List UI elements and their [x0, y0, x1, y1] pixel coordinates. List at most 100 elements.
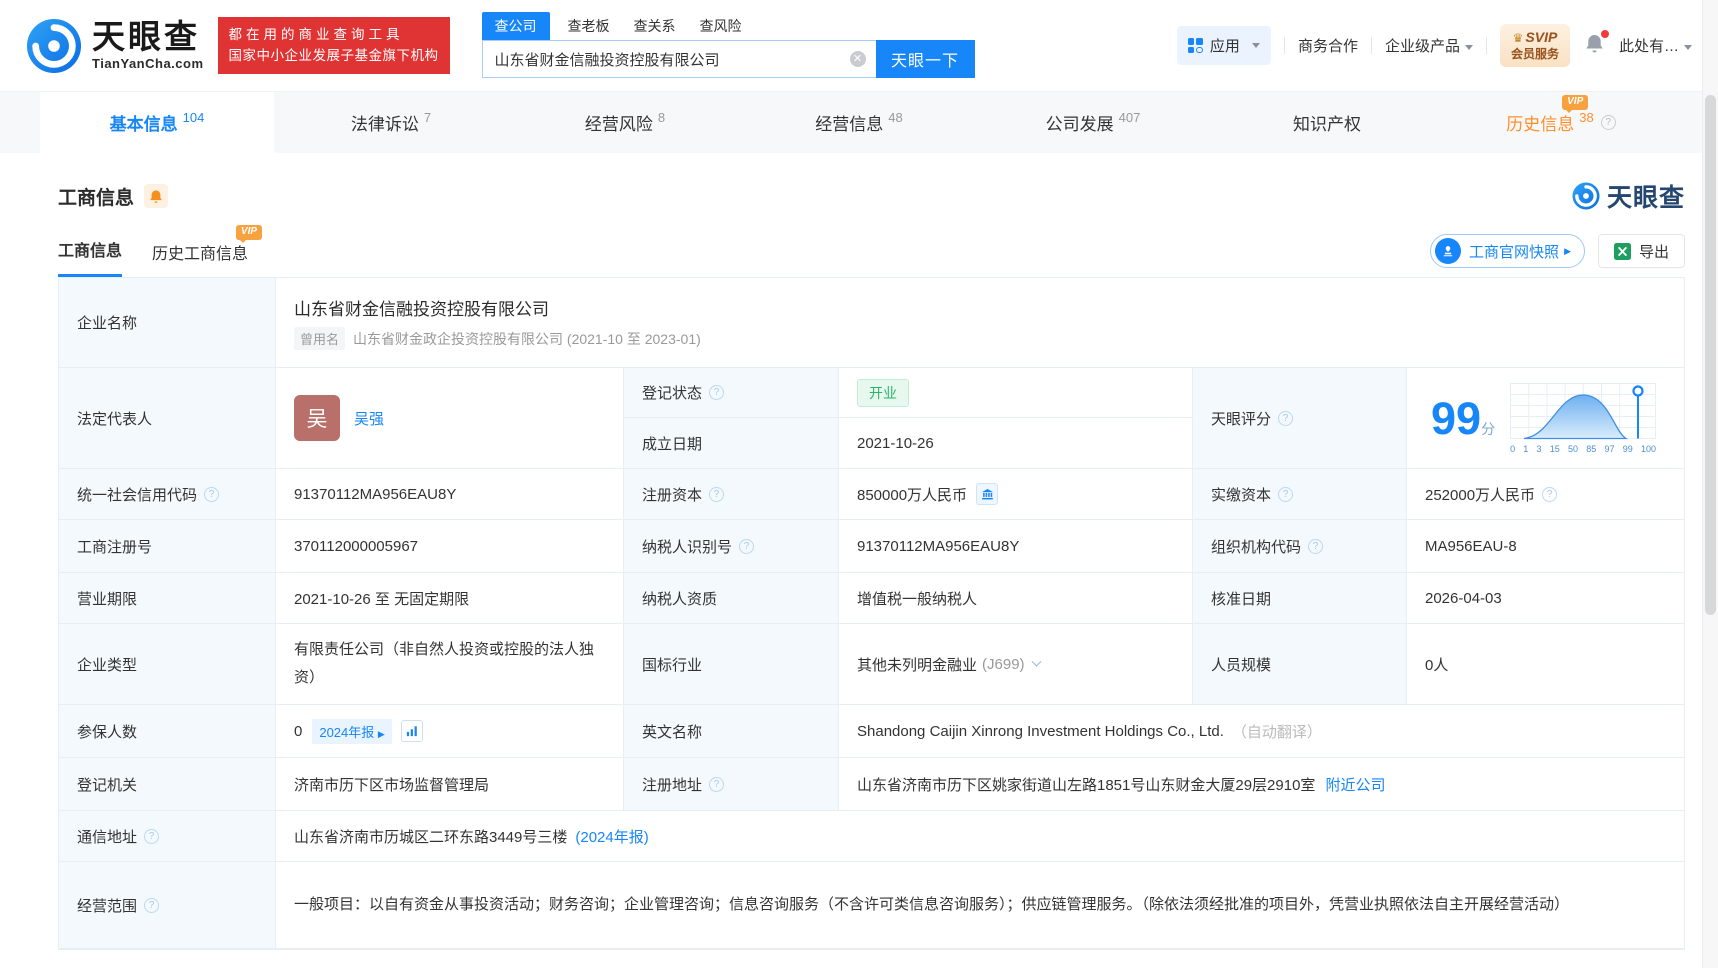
arrow-right-icon: ▶	[1564, 245, 1571, 256]
help-icon[interactable]: ?	[709, 385, 725, 400]
field-label: 英文名称	[624, 705, 839, 758]
company-nav-tabs: 基本信息 104 法律诉讼 7 经营风险 8 经营信息 48 公司发展 407 知识产权 …	[0, 91, 1718, 153]
help-icon[interactable]: ?	[204, 486, 220, 502]
divider	[1283, 37, 1285, 54]
annual-report-chart-icon	[406, 726, 417, 737]
field-label: 参保人数	[59, 705, 276, 758]
capital-detail-button[interactable]	[976, 483, 999, 505]
taxpayer-quality: 增值税一般纳税人	[839, 573, 1193, 624]
search-tab-boss[interactable]: 查老板	[568, 12, 610, 40]
company-type: 有限责任公司（非自然人投资或控股的法人独资）	[276, 624, 624, 705]
chevron-down-icon	[1031, 656, 1041, 667]
insured-trend-button[interactable]	[400, 720, 423, 742]
field-label: 法定代表人	[59, 368, 276, 469]
search-tabs: 查公司 查老板 查关系 查风险	[481, 12, 975, 40]
field-label: 营业期限	[59, 573, 276, 624]
user-menu[interactable]: 此处有…	[1619, 35, 1692, 56]
tab-legal-proceedings[interactable]: 法律诉讼 7	[274, 92, 508, 153]
stamp-icon	[1435, 238, 1462, 264]
nearby-companies-link[interactable]: 附近公司	[1325, 774, 1385, 795]
former-name: 山东省财金政企投资控股有限公司 (2021-10 至 2023-01)	[353, 330, 701, 347]
search-input[interactable]	[481, 40, 876, 78]
field-label: 注册资本	[642, 486, 703, 504]
apps-menu[interactable]: 应用	[1176, 26, 1271, 65]
help-icon[interactable]: ?	[739, 538, 755, 554]
field-label: 登记状态	[642, 385, 703, 402]
apps-grid-icon	[1187, 38, 1203, 53]
reg-address: 山东省济南市历下区姚家街道山左路1851号山东财金大厦29层2910室	[857, 776, 1316, 794]
subtab-history-business-info[interactable]: 历史工商信息 VIP	[152, 225, 263, 277]
tab-intellectual-property[interactable]: 知识产权	[1210, 92, 1444, 153]
divider	[1485, 37, 1487, 54]
approval-date: 2026-04-03	[1407, 573, 1684, 624]
excel-icon	[1613, 242, 1631, 260]
help-icon[interactable]: ?	[1600, 115, 1616, 130]
monitor-bell-button[interactable]	[144, 184, 169, 208]
subtab-business-info[interactable]: 工商信息	[58, 237, 123, 277]
industry-value: 其他未列明金融业	[857, 656, 978, 674]
legal-rep-link[interactable]: 吴强	[354, 408, 384, 429]
top-header: 天眼查 TianYanCha.com 都在用的商业查询工具 国家中小企业发展子基…	[0, 0, 1718, 91]
legal-rep-cell: 吴 吴强	[276, 368, 624, 469]
company-name-cell: 山东省财金信融投资控股有限公司 曾用名 山东省财金政企投资控股有限公司 (202…	[276, 278, 1684, 368]
insured-count: 0	[294, 722, 303, 740]
score-axis-ticks: 0 1 3 15 50 85 97 99 100	[1510, 443, 1656, 454]
english-name: Shandong Caijin Xinrong Investment Holdi…	[857, 722, 1224, 740]
business-term: 2021-10-26 至 无固定期限	[276, 573, 624, 624]
alert-bell-icon	[150, 189, 162, 203]
tab-basic-info[interactable]: 基本信息 104	[40, 92, 274, 153]
score-distribution-chart: 0 1 3 15 50 85 97 99 100	[1510, 382, 1657, 454]
help-icon[interactable]: ?	[144, 828, 160, 844]
nav-enterprise-products[interactable]: 企业级产品	[1385, 35, 1473, 56]
field-label: 人员规模	[1193, 624, 1407, 705]
field-label: 纳税人识别号	[642, 538, 733, 556]
clear-icon[interactable]: ✕	[849, 51, 866, 67]
search-button[interactable]: 天眼一下	[875, 40, 975, 78]
search-tab-risk[interactable]: 查风险	[700, 12, 742, 40]
industry-cell[interactable]: 其他未列明金融业 (J699)	[839, 624, 1193, 705]
export-button[interactable]: 导出	[1597, 234, 1685, 268]
field-label: 纳税人资质	[624, 573, 839, 624]
tianyancha-logo[interactable]: 天眼查 TianYanCha.com	[26, 18, 204, 74]
notification-dot	[1600, 30, 1609, 38]
crown-icon: ♛	[1512, 31, 1524, 46]
tab-company-development[interactable]: 公司发展 407	[976, 92, 1210, 153]
scrollbar[interactable]	[1702, 0, 1718, 968]
header-nav: 应用 商务合作 企业级产品 ♛ SVIP 会员服务 此处有…	[1176, 24, 1692, 67]
search-area: 查公司 查老板 查关系 查风险 ✕ 天眼一下	[481, 12, 975, 78]
tab-operating-info[interactable]: 经营信息 48	[742, 92, 976, 153]
nav-business-cooperation[interactable]: 商务合作	[1298, 35, 1358, 56]
scrollbar-thumb[interactable]	[1705, 95, 1716, 615]
search-tab-company[interactable]: 查公司	[481, 12, 550, 40]
tianyan-score-cell[interactable]: 99分 0 1 3 15 50 85 97 99 100	[1407, 368, 1684, 469]
tab-operating-risk[interactable]: 经营风险 8	[508, 92, 742, 153]
staff-size: 0人	[1407, 624, 1684, 705]
field-label: 统一社会信用代码	[77, 486, 198, 504]
field-label: 企业类型	[59, 624, 276, 705]
avatar[interactable]: 吴	[294, 395, 340, 441]
svip-member-button[interactable]: ♛ SVIP 会员服务	[1499, 24, 1570, 67]
help-icon[interactable]: ?	[709, 776, 725, 792]
help-icon[interactable]: ?	[1308, 538, 1324, 554]
divider	[1370, 37, 1372, 54]
field-label: 企业名称	[59, 278, 276, 368]
brand-domain: TianYanCha.com	[92, 56, 204, 71]
company-name: 山东省财金信融投资控股有限公司	[294, 300, 549, 319]
help-icon[interactable]: ?	[1278, 486, 1294, 502]
mail-address-report-link[interactable]: (2024年报)	[575, 826, 648, 847]
annual-report-chip[interactable]: 2024年报 ▶	[312, 718, 392, 744]
official-snapshot-button[interactable]: 工商官网快照 ▶	[1430, 234, 1585, 268]
watermark-logo: 天眼查	[1572, 178, 1685, 214]
help-icon[interactable]: ?	[1278, 410, 1294, 426]
search-tab-relation[interactable]: 查关系	[634, 12, 676, 40]
field-label: 注册地址	[642, 776, 703, 794]
reg-number: 370112000005967	[276, 520, 624, 573]
help-icon[interactable]: ?	[709, 486, 725, 502]
help-icon[interactable]: ?	[144, 897, 160, 913]
tab-history-info[interactable]: 历史信息 VIP 38 ?	[1444, 92, 1678, 153]
chevron-down-icon	[1684, 44, 1692, 50]
business-info-table: 企业名称 山东省财金信融投资控股有限公司 曾用名 山东省财金政企投资控股有限公司…	[58, 277, 1685, 950]
help-icon[interactable]: ?	[1542, 486, 1558, 502]
notification-bell[interactable]	[1583, 30, 1609, 58]
credit-code: 91370112MA956EAU8Y	[276, 469, 624, 520]
